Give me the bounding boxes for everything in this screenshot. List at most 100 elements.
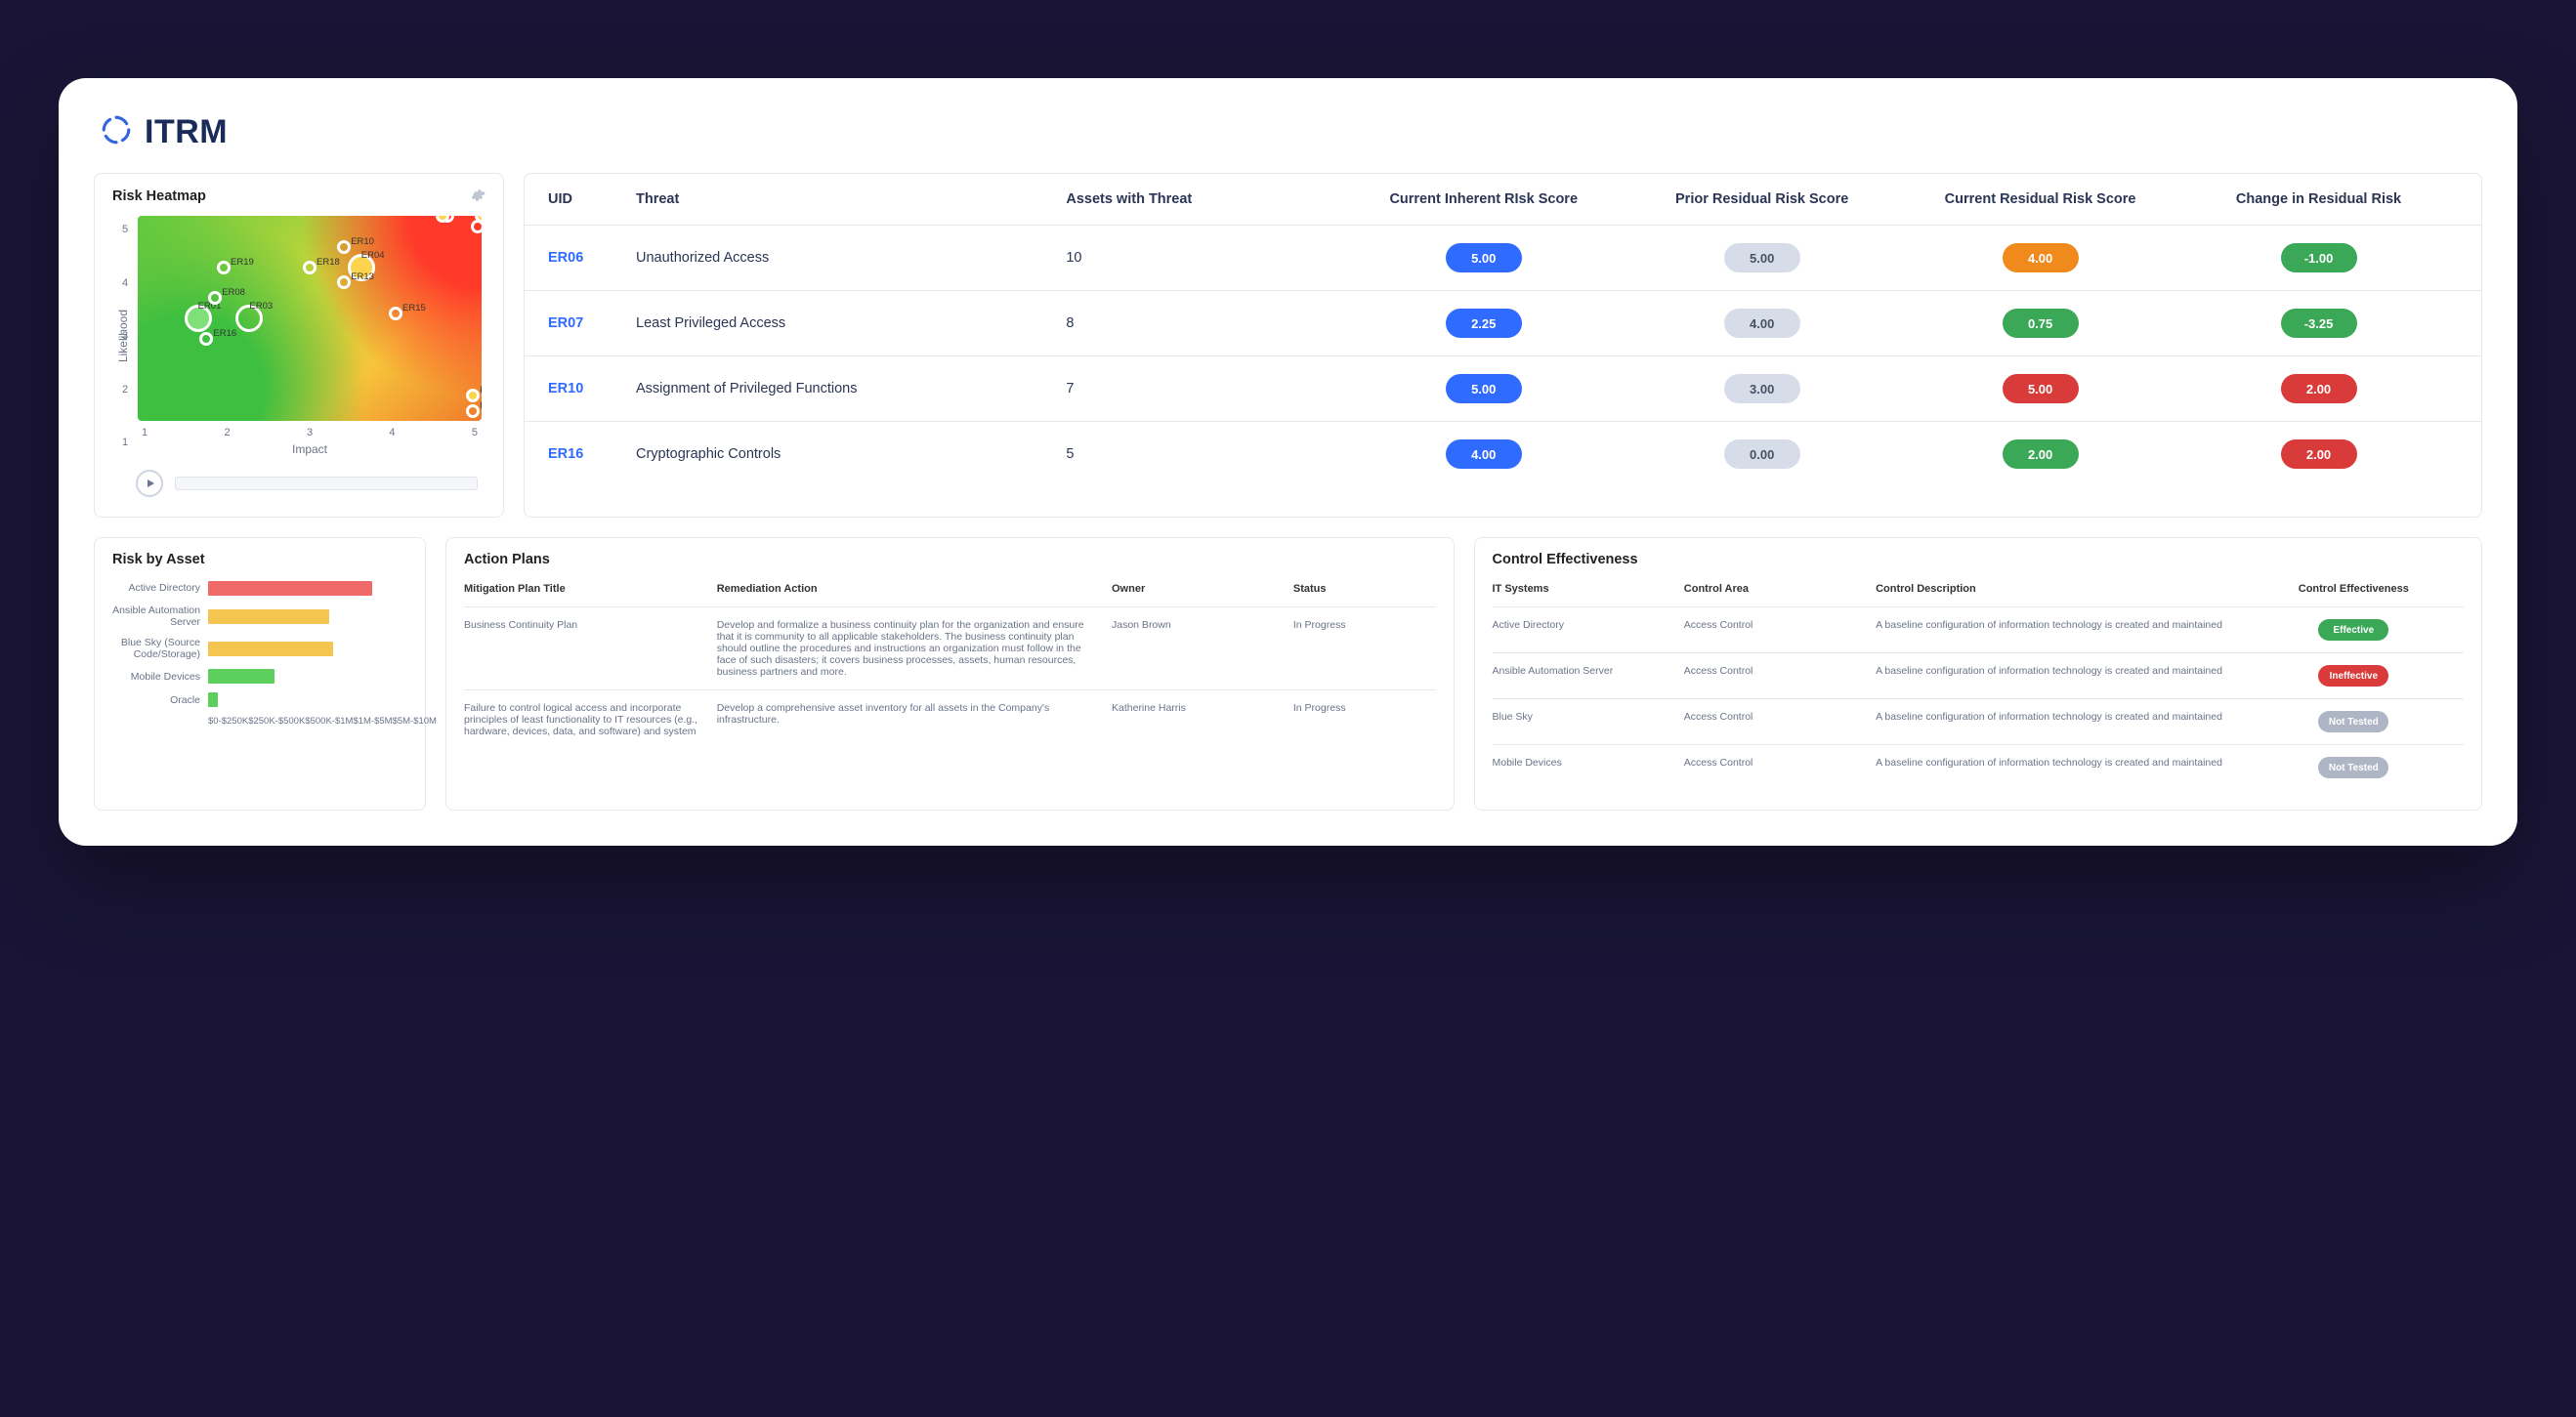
change-pill: 2.00 <box>2281 374 2357 403</box>
table-row[interactable]: ER10Assignment of Privileged Functions75… <box>525 355 2481 421</box>
crrs-pill: 2.00 <box>2003 439 2079 469</box>
col-change: Change in Residual Risk <box>2179 191 2458 207</box>
heatmap-point[interactable]: ER06 <box>466 389 480 402</box>
heatmap-point[interactable]: ER01 <box>185 305 212 332</box>
ap-col-owner: Owner <box>1112 583 1278 595</box>
ce-sys: Ansible Automation Server <box>1493 665 1668 687</box>
control-effectiveness-title: Control Effectiveness <box>1493 552 2465 567</box>
rba-bar[interactable] <box>208 581 372 596</box>
crrs-pill: 5.00 <box>2003 374 2079 403</box>
ce-row[interactable]: Active Directory Access Control A baseline… <box>1493 607 2465 653</box>
uid-link[interactable]: ER10 <box>548 381 636 396</box>
uid-link[interactable]: ER16 <box>548 446 636 462</box>
threat-name: Least Privileged Access <box>636 315 1066 331</box>
rba-row: Oracle <box>112 692 407 707</box>
ap-title: Business Continuity Plan <box>464 619 701 678</box>
change-pill: -1.00 <box>2281 243 2357 272</box>
rba-bar[interactable] <box>208 642 333 656</box>
rba-bar[interactable] <box>208 692 218 707</box>
cirs-pill: 5.00 <box>1446 374 1522 403</box>
risk-heatmap-card: Risk Heatmap Likelihood 12345 ER01ER03ER… <box>94 173 504 518</box>
ce-pill: Not Tested <box>2318 757 2388 778</box>
table-row[interactable]: ER16Cryptographic Controls54.000.002.002… <box>525 421 2481 486</box>
heatmap-field[interactable]: ER01ER03ER04ER05ER06ER08ER09ER10ER12ER13… <box>138 216 482 421</box>
ce-area: Access Control <box>1684 757 1860 778</box>
ce-desc: A baseline configuration of information … <box>1876 665 2228 687</box>
heatmap-point[interactable]: ER08 <box>208 291 222 305</box>
action-plans-title: Action Plans <box>464 552 1436 567</box>
assets-count: 10 <box>1066 250 1344 266</box>
ce-sys: Mobile Devices <box>1493 757 1668 778</box>
heatmap-point-label: ER10 <box>351 236 374 247</box>
change-pill: 2.00 <box>2281 439 2357 469</box>
heatmap-point-label: ER19 <box>231 257 254 268</box>
heatmap-point-label: ER13 <box>351 271 374 282</box>
risk-by-asset-card: Risk by Asset Active DirectoryAnsible Au… <box>94 537 426 811</box>
ce-row[interactable]: Mobile Devices Access Control A baseline c… <box>1493 745 2465 790</box>
assets-count: 7 <box>1066 381 1344 396</box>
ap-status: In Progress <box>1293 702 1436 737</box>
threats-table-card: UID Threat Assets with Threat Current In… <box>524 173 2482 518</box>
action-plan-row[interactable]: Failure to control logical access and in… <box>464 690 1436 749</box>
col-prrs: Prior Residual Risk Score <box>1623 191 1901 207</box>
ce-area: Access Control <box>1684 665 1860 687</box>
action-plan-row[interactable]: Business Continuity Plan Develop and form… <box>464 607 1436 690</box>
heatmap-point-label: ER08 <box>222 287 245 298</box>
ce-row[interactable]: Ansible Automation Server Access Control A… <box>1493 653 2465 699</box>
ap-action: Develop and formalize a business continu… <box>717 619 1096 678</box>
col-threat: Threat <box>636 191 1066 207</box>
ce-row[interactable]: Blue SkyAccess ControlA baseline configu… <box>1493 699 2465 745</box>
rba-row: Active Directory <box>112 581 407 596</box>
rba-row: Ansible Automation Server <box>112 604 407 628</box>
heatmap-point[interactable]: ER13 <box>337 275 351 289</box>
assets-count: 5 <box>1066 446 1344 462</box>
brand-name: ITRM <box>145 113 228 151</box>
table-row[interactable]: ER06Unauthorized Access105.005.004.00-1.… <box>525 225 2481 290</box>
time-slider[interactable] <box>175 477 478 490</box>
heatmap-point-label: ER16 <box>213 328 236 339</box>
heatmap-point-label: ER03 <box>249 301 273 312</box>
threat-name: Cryptographic Controls <box>636 446 1066 462</box>
rba-bar[interactable] <box>208 669 274 684</box>
heatmap-point[interactable]: ER15 <box>389 307 402 320</box>
ap-title: Failure to control logical access and in… <box>464 702 701 737</box>
uid-link[interactable]: ER07 <box>548 315 636 331</box>
col-crrs: Current Residual Risk Score <box>1901 191 2179 207</box>
rba-row: Blue Sky (Source Code/Storage) <box>112 637 407 660</box>
risk-by-asset-chart: Active Directory Ansible Automation Serve… <box>112 581 407 707</box>
rba-label: Active Directory <box>112 582 200 594</box>
heatmap-point[interactable]: ER16 <box>199 332 213 346</box>
rba-label: Mobile Devices <box>112 671 200 683</box>
uid-link[interactable]: ER06 <box>548 250 636 266</box>
rba-bar[interactable] <box>208 609 329 624</box>
ce-desc: A baseline configuration of information … <box>1876 619 2228 641</box>
heatmap-point-label: ER18 <box>317 257 340 268</box>
threats-header-row: UID Threat Assets with Threat Current In… <box>525 174 2481 225</box>
heatmap-point[interactable]: ER19 <box>217 261 231 274</box>
heatmap-point[interactable]: ER18 <box>303 261 317 274</box>
play-button[interactable] <box>136 470 163 497</box>
heatmap-point[interactable]: ER17 <box>471 220 482 233</box>
ce-sys: Active Directory <box>1493 619 1668 641</box>
threat-name: Unauthorized Access <box>636 250 1066 266</box>
risk-by-asset-xticks: $0-$250K$250K-$500K$500K-$1M$1M-$5M$5M-$… <box>112 716 407 727</box>
ce-col-eff: Control Effectiveness <box>2244 583 2464 595</box>
ap-col-action: Remediation Action <box>717 583 1096 595</box>
heatmap-point-label: ER04 <box>361 250 385 261</box>
heatmap-point-label: ER06 <box>480 385 482 396</box>
heatmap-title: Risk Heatmap <box>112 188 206 204</box>
heatmap-point[interactable]: ER03 <box>235 305 263 332</box>
ce-col-desc: Control Description <box>1876 583 2228 595</box>
crrs-pill: 4.00 <box>2003 243 2079 272</box>
ce-area: Access Control <box>1684 619 1860 641</box>
ce-pill: Ineffective <box>2318 665 2388 687</box>
ce-desc: A baseline configuration of information … <box>1876 757 2228 778</box>
assets-count: 8 <box>1066 315 1344 331</box>
table-row[interactable]: ER07Least Privileged Access82.254.000.75… <box>525 290 2481 355</box>
ap-col-status: Status <box>1293 583 1436 595</box>
heatmap-point[interactable]: ER09 <box>436 216 449 223</box>
gear-icon[interactable] <box>470 188 486 208</box>
heatmap-point[interactable]: ER10 <box>337 240 351 254</box>
heatmap-point[interactable]: ER12 <box>466 404 480 418</box>
ap-owner: Katherine Harris <box>1112 702 1278 737</box>
